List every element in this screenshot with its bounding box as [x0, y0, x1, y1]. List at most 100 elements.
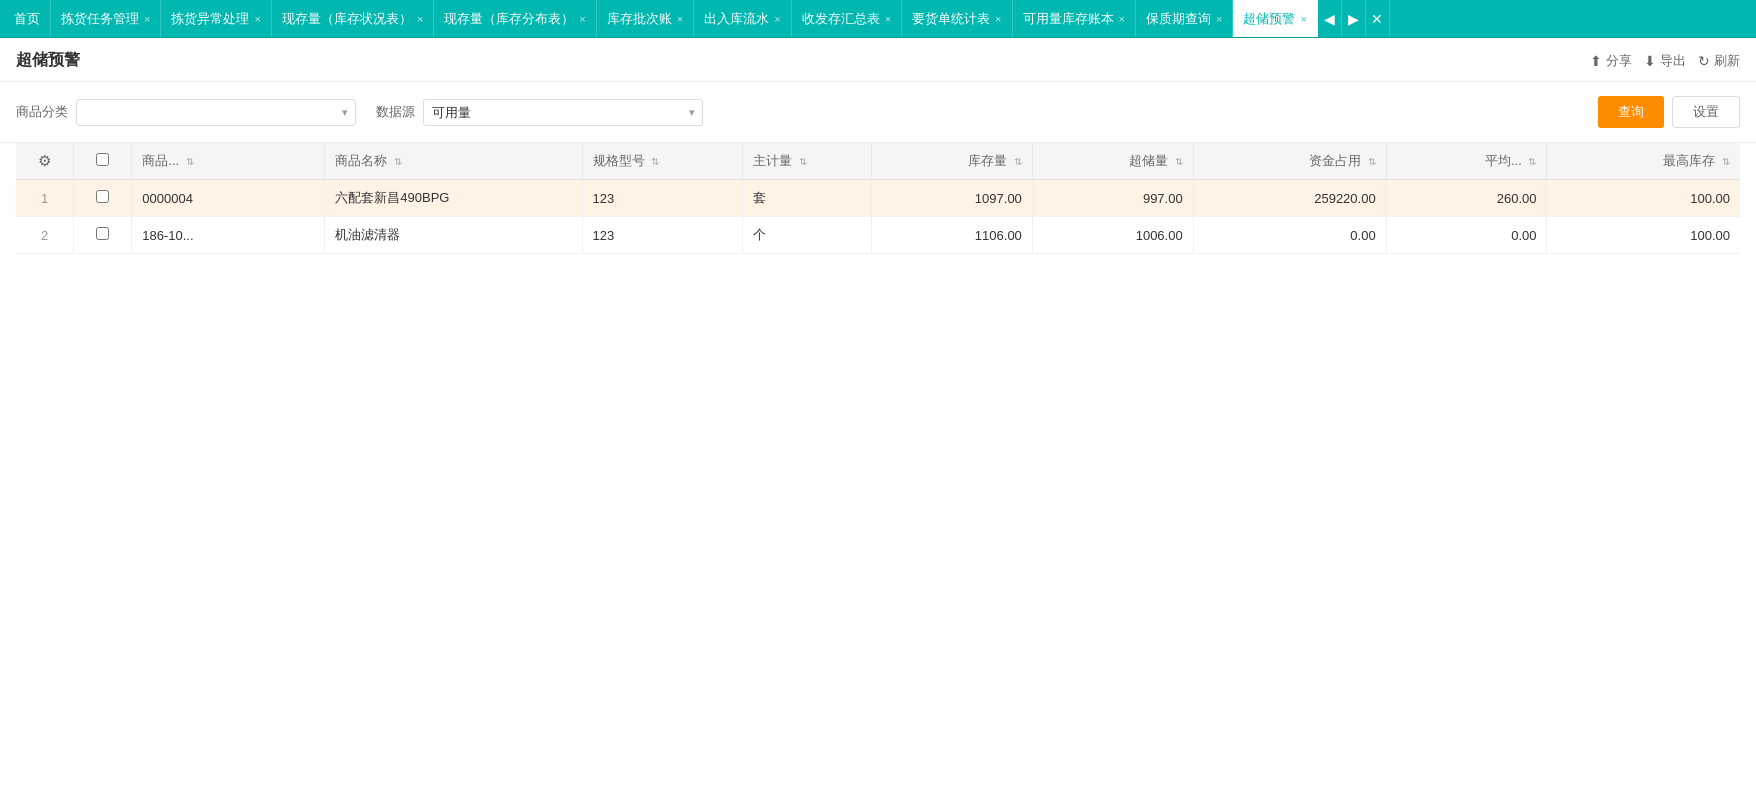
nav-item-3[interactable]: 现存量（库存状况表） × [272, 0, 434, 38]
data-table: ⚙ 商品... ⇅ 商品名称 ⇅ 规格型号 ⇅ [16, 143, 1740, 254]
table-row: 2 186-10... 机油滤清器 123 个 1106.00 1006.00 … [16, 217, 1740, 254]
refresh-icon: ↻ [1698, 53, 1710, 69]
nav-close-9[interactable]: × [1119, 13, 1125, 25]
refresh-button[interactable]: ↻ 刷新 [1698, 52, 1740, 70]
col-header-avg: 平均... ⇅ [1386, 143, 1547, 180]
row-1-avg: 260.00 [1386, 180, 1547, 217]
nav-close-3[interactable]: × [417, 13, 423, 25]
col-unit-sort-icon[interactable]: ⇅ [799, 156, 807, 167]
datasource-filter-group: 数据源 可用量 ▾ [376, 99, 703, 126]
category-filter-group: 商品分类 ▾ [16, 99, 356, 126]
col-code-sort-icon[interactable]: ⇅ [186, 156, 194, 167]
col-header-stock: 库存量 ⇅ [872, 143, 1033, 180]
col-name-sort-icon[interactable]: ⇅ [394, 156, 402, 167]
share-icon: ⬆ [1590, 53, 1602, 69]
nav-close-4[interactable]: × [579, 13, 585, 25]
nav-item-7[interactable]: 收发存汇总表 × [792, 0, 902, 38]
col-capital-label: 资金占用 [1309, 153, 1361, 168]
row-2-stock: 1106.00 [872, 217, 1033, 254]
category-select-wrapper: ▾ [76, 99, 356, 126]
col-spec-label: 规格型号 [593, 153, 645, 168]
col-name-label: 商品名称 [335, 153, 387, 168]
table-container: ⚙ 商品... ⇅ 商品名称 ⇅ 规格型号 ⇅ [0, 143, 1756, 254]
row-2-avg: 0.00 [1386, 217, 1547, 254]
share-button[interactable]: ⬆ 分享 [1590, 52, 1632, 70]
col-header-spec: 规格型号 ⇅ [582, 143, 743, 180]
nav-item-6[interactable]: 出入库流水 × [694, 0, 791, 38]
row-1-stock: 1097.00 [872, 180, 1033, 217]
table-row: 1 0000004 六配套新昌490BPG 123 套 1097.00 997.… [16, 180, 1740, 217]
row-2-maxstock: 100.00 [1547, 217, 1740, 254]
nav-label-8: 要货单统计表 [912, 10, 990, 28]
col-capital-sort-icon[interactable]: ⇅ [1368, 156, 1376, 167]
nav-close-5[interactable]: × [677, 13, 683, 25]
row-1-check [74, 180, 132, 217]
datasource-select-wrapper: 可用量 ▾ [423, 99, 703, 126]
refresh-label: 刷新 [1714, 52, 1740, 70]
page-container: 超储预警 ⬆ 分享 ⬇ 导出 ↻ 刷新 商品分类 ▾ [0, 38, 1756, 800]
col-stock-label: 库存量 [968, 153, 1007, 168]
nav-close-10[interactable]: × [1216, 13, 1222, 25]
datasource-label: 数据源 [376, 103, 415, 121]
col-header-maxstock: 最高库存 ⇅ [1547, 143, 1740, 180]
nav-close-1[interactable]: × [144, 13, 150, 25]
nav-close-2[interactable]: × [254, 13, 260, 25]
nav-item-1[interactable]: 拣货任务管理 × [51, 0, 161, 38]
nav-item-2[interactable]: 拣货异常处理 × [161, 0, 271, 38]
query-button[interactable]: 查询 [1598, 96, 1664, 128]
datasource-select[interactable]: 可用量 [423, 99, 703, 126]
export-button[interactable]: ⬇ 导出 [1644, 52, 1686, 70]
nav-close-all-arrow[interactable]: ✕ [1366, 0, 1390, 38]
col-header-unit: 主计量 ⇅ [743, 143, 872, 180]
nav-item-home[interactable]: 首页 [4, 0, 51, 38]
row-2-capital: 0.00 [1193, 217, 1386, 254]
row-1-capital: 259220.00 [1193, 180, 1386, 217]
row-2-name: 机油滤清器 [325, 217, 582, 254]
col-over-sort-icon[interactable]: ⇅ [1175, 156, 1183, 167]
nav-item-8[interactable]: 要货单统计表 × [902, 0, 1012, 38]
row-2-unit: 个 [743, 217, 872, 254]
row-2-checkbox[interactable] [96, 227, 109, 240]
nav-prev-arrow[interactable]: ◀ [1318, 0, 1342, 38]
row-1-over: 997.00 [1032, 180, 1193, 217]
row-2-check [74, 217, 132, 254]
row-2-code: 186-10... [132, 217, 325, 254]
nav-close-active[interactable]: × [1300, 13, 1306, 25]
nav-item-5[interactable]: 库存批次账 × [597, 0, 694, 38]
nav-bar: 首页 拣货任务管理 × 拣货异常处理 × 现存量（库存状况表） × 现存量（库存… [0, 0, 1756, 38]
col-avg-sort-icon[interactable]: ⇅ [1528, 156, 1536, 167]
col-header-check [74, 143, 132, 180]
filter-actions: 查询 设置 [1598, 96, 1740, 128]
select-all-checkbox[interactable] [96, 153, 109, 166]
nav-label-6: 出入库流水 [704, 10, 769, 28]
nav-item-active[interactable]: 超储预警 × [1233, 0, 1317, 38]
nav-item-10[interactable]: 保质期查询 × [1136, 0, 1233, 38]
export-icon: ⬇ [1644, 53, 1656, 69]
col-stock-sort-icon[interactable]: ⇅ [1014, 156, 1022, 167]
filter-area: 商品分类 ▾ 数据源 可用量 ▾ 查询 设置 [0, 82, 1756, 143]
header-actions: ⬆ 分享 ⬇ 导出 ↻ 刷新 [1590, 52, 1740, 70]
export-label: 导出 [1660, 52, 1686, 70]
nav-close-8[interactable]: × [995, 13, 1001, 25]
col-maxstock-sort-icon[interactable]: ⇅ [1722, 156, 1730, 167]
gear-icon[interactable]: ⚙ [38, 152, 51, 169]
col-header-settings: ⚙ [16, 143, 74, 180]
row-1-spec: 123 [582, 180, 743, 217]
nav-item-4[interactable]: 现存量（库存分布表） × [434, 0, 596, 38]
row-2-num: 2 [16, 217, 74, 254]
nav-label-10: 保质期查询 [1146, 10, 1211, 28]
row-1-checkbox[interactable] [96, 190, 109, 203]
page-header: 超储预警 ⬆ 分享 ⬇ 导出 ↻ 刷新 [0, 38, 1756, 82]
category-select[interactable] [76, 99, 356, 126]
col-avg-label: 平均... [1485, 153, 1522, 168]
col-header-over: 超储量 ⇅ [1032, 143, 1193, 180]
settings-button[interactable]: 设置 [1672, 96, 1740, 128]
table-body: 1 0000004 六配套新昌490BPG 123 套 1097.00 997.… [16, 180, 1740, 254]
nav-next-arrow[interactable]: ▶ [1342, 0, 1366, 38]
col-spec-sort-icon[interactable]: ⇅ [651, 156, 659, 167]
row-1-maxstock: 100.00 [1547, 180, 1740, 217]
col-unit-label: 主计量 [753, 153, 792, 168]
nav-item-9[interactable]: 可用量库存账本 × [1013, 0, 1136, 38]
nav-close-6[interactable]: × [774, 13, 780, 25]
nav-close-7[interactable]: × [885, 13, 891, 25]
